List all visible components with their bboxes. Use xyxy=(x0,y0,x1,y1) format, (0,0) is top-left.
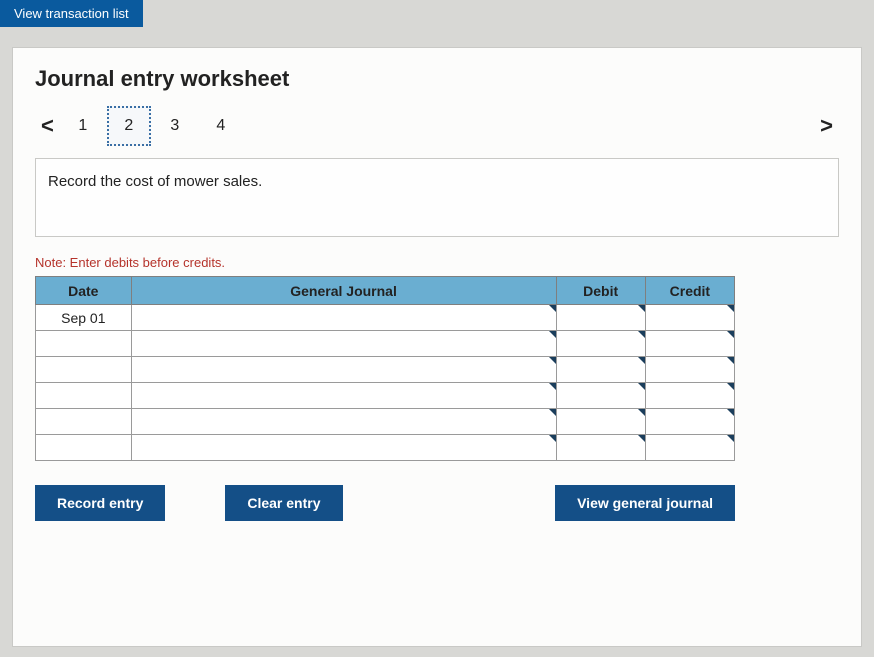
cell-debit[interactable] xyxy=(556,383,645,409)
step-1[interactable]: 1 xyxy=(61,106,105,146)
step-nav: < 1 2 3 4 > xyxy=(35,106,839,146)
dropdown-indicator-icon xyxy=(727,409,734,416)
cell-debit[interactable] xyxy=(556,409,645,435)
note-text: Note: Enter debits before credits. xyxy=(35,255,839,270)
next-step-button[interactable]: > xyxy=(814,113,839,139)
dropdown-indicator-icon xyxy=(638,331,645,338)
dropdown-indicator-icon xyxy=(727,383,734,390)
cell-general-journal[interactable] xyxy=(131,409,556,435)
table-row xyxy=(36,357,735,383)
cell-date[interactable] xyxy=(36,409,132,435)
cell-credit[interactable] xyxy=(645,435,734,461)
cell-general-journal[interactable] xyxy=(131,331,556,357)
cell-general-journal[interactable] xyxy=(131,305,556,331)
dropdown-indicator-icon xyxy=(638,383,645,390)
header-general-journal: General Journal xyxy=(131,277,556,305)
dropdown-indicator-icon xyxy=(638,435,645,442)
cell-general-journal[interactable] xyxy=(131,435,556,461)
step-2[interactable]: 2 xyxy=(107,106,151,146)
dropdown-indicator-icon xyxy=(549,409,556,416)
dropdown-indicator-icon xyxy=(549,331,556,338)
dropdown-indicator-icon xyxy=(638,305,645,312)
header-debit: Debit xyxy=(556,277,645,305)
dropdown-indicator-icon xyxy=(549,383,556,390)
clear-entry-button[interactable]: Clear entry xyxy=(225,485,342,521)
cell-date[interactable] xyxy=(36,383,132,409)
header-date: Date xyxy=(36,277,132,305)
cell-general-journal[interactable] xyxy=(131,357,556,383)
dropdown-indicator-icon xyxy=(727,331,734,338)
cell-credit[interactable] xyxy=(645,331,734,357)
cell-debit[interactable] xyxy=(556,331,645,357)
header-credit: Credit xyxy=(645,277,734,305)
dropdown-indicator-icon xyxy=(727,357,734,364)
instruction-box: Record the cost of mower sales. xyxy=(35,158,839,237)
dropdown-indicator-icon xyxy=(638,409,645,416)
cell-credit[interactable] xyxy=(645,409,734,435)
cell-debit[interactable] xyxy=(556,305,645,331)
step-3[interactable]: 3 xyxy=(153,106,197,146)
journal-table: Date General Journal Debit Credit Sep 01 xyxy=(35,276,735,461)
dropdown-indicator-icon xyxy=(638,357,645,364)
view-transaction-list-button[interactable]: View transaction list xyxy=(0,0,143,27)
prev-step-button[interactable]: < xyxy=(35,113,60,139)
cell-debit[interactable] xyxy=(556,435,645,461)
cell-date[interactable] xyxy=(36,357,132,383)
cell-date[interactable] xyxy=(36,435,132,461)
cell-credit[interactable] xyxy=(645,357,734,383)
dropdown-indicator-icon xyxy=(727,305,734,312)
table-row xyxy=(36,435,735,461)
cell-debit[interactable] xyxy=(556,357,645,383)
dropdown-indicator-icon xyxy=(727,435,734,442)
record-entry-button[interactable]: Record entry xyxy=(35,485,165,521)
table-row xyxy=(36,331,735,357)
cell-general-journal[interactable] xyxy=(131,383,556,409)
view-general-journal-button[interactable]: View general journal xyxy=(555,485,735,521)
table-row xyxy=(36,383,735,409)
table-row: Sep 01 xyxy=(36,305,735,331)
cell-credit[interactable] xyxy=(645,305,734,331)
dropdown-indicator-icon xyxy=(549,435,556,442)
table-row xyxy=(36,409,735,435)
page-title: Journal entry worksheet xyxy=(35,66,839,92)
instruction-text: Record the cost of mower sales. xyxy=(48,173,262,190)
dropdown-indicator-icon xyxy=(549,305,556,312)
step-4[interactable]: 4 xyxy=(199,106,243,146)
action-button-row: Record entry Clear entry View general jo… xyxy=(35,485,735,521)
cell-date[interactable]: Sep 01 xyxy=(36,305,132,331)
worksheet-panel: Journal entry worksheet < 1 2 3 4 > Reco… xyxy=(12,47,862,647)
cell-date[interactable] xyxy=(36,331,132,357)
dropdown-indicator-icon xyxy=(549,357,556,364)
cell-credit[interactable] xyxy=(645,383,734,409)
